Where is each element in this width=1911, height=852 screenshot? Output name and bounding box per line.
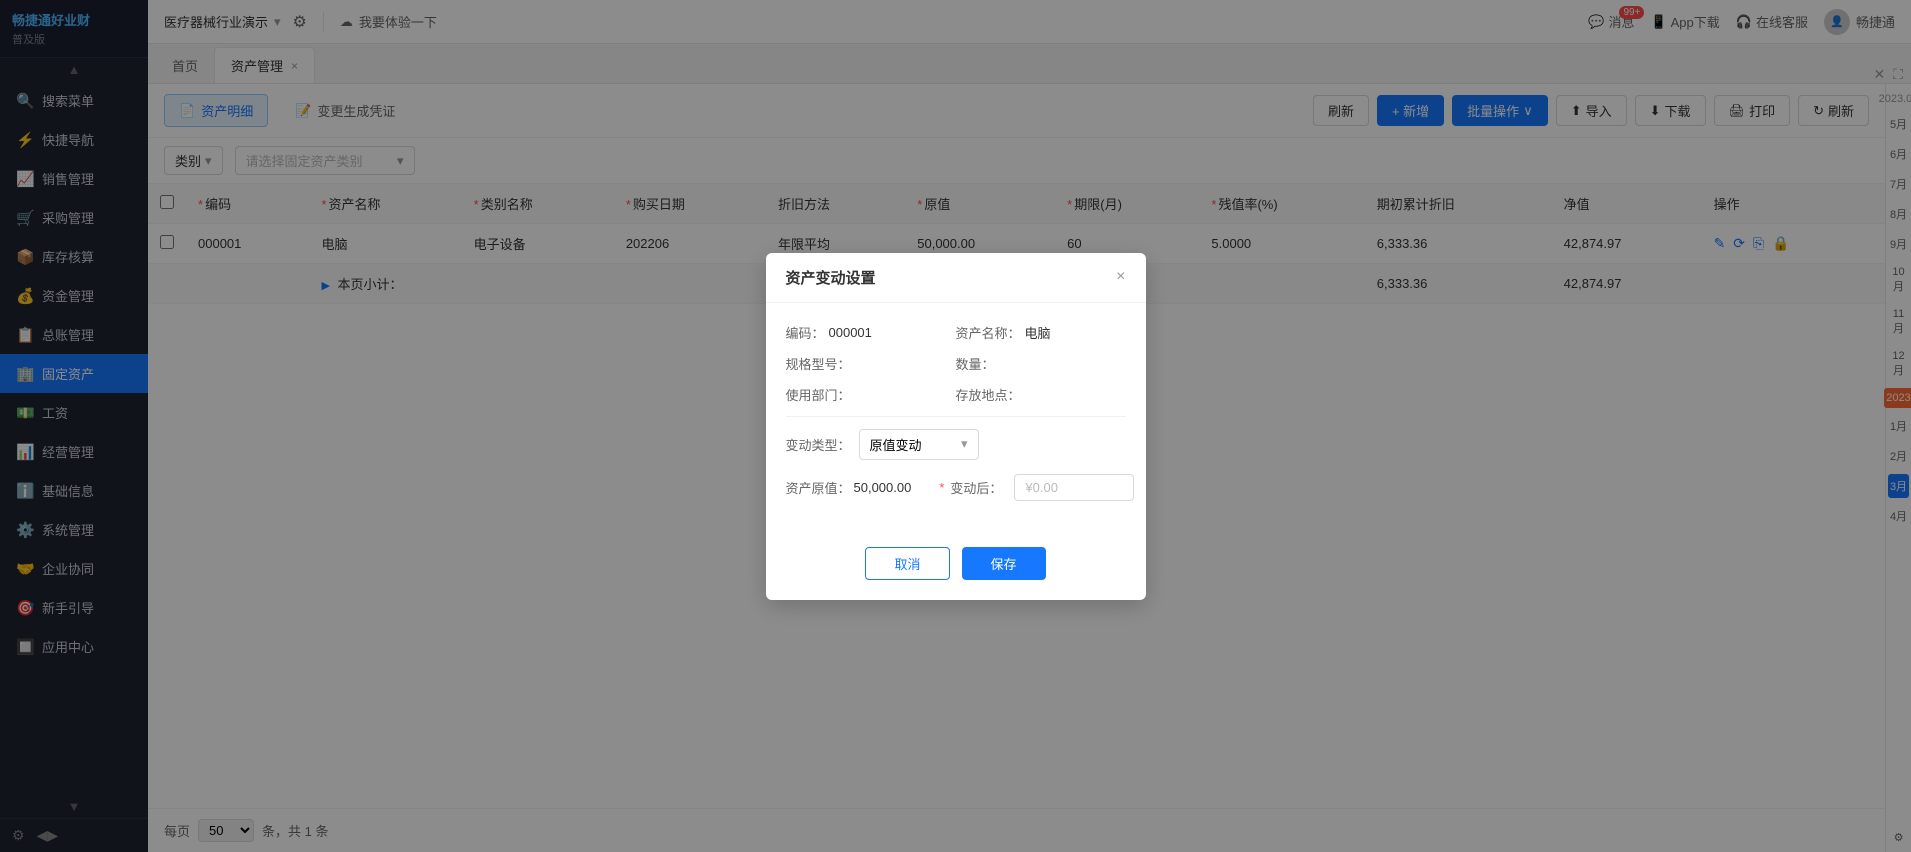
change-type-value: 原值变动 [870,435,922,454]
modal-code-label: 编码： [786,323,825,342]
modal-overlay: 资产变动设置 × 编码： 000001 资产名称： 电脑 规格型号： [0,0,1911,852]
modal-info-row-3: 使用部门： 存放地点： [786,385,1126,404]
modal-location-label: 存放地点： [956,385,1021,404]
after-change-input-wrap [1014,474,1134,501]
change-type-select[interactable]: 原值变动 ▾ [859,429,979,460]
modal-dept-label: 使用部门： [786,385,851,404]
modal-footer: 取消 保存 [766,535,1146,600]
modal-divider [786,416,1126,417]
change-type-row: 变动类型： 原值变动 ▾ [786,429,1126,460]
modal-header: 资产变动设置 × [766,253,1146,303]
modal-asset-name-label: 资产名称： [956,323,1021,342]
change-type-arrow-icon: ▾ [961,436,968,452]
modal-location-col: 存放地点： [956,385,1126,404]
save-button[interactable]: 保存 [962,547,1046,580]
modal-code-col: 编码： 000001 [786,323,956,342]
original-value-label: 资产原值： [786,478,846,497]
modal-quantity-label: 数量： [956,354,995,373]
modal-spec-label: 规格型号： [786,354,851,373]
modal-body: 编码： 000001 资产名称： 电脑 规格型号： 数量： [766,303,1146,535]
after-change-group: * 变动后： [939,474,1134,501]
modal-name-col: 资产名称： 电脑 [956,323,1126,342]
original-value-value: 50,000.00 [854,480,912,495]
modal-asset-name-value: 电脑 [1025,323,1051,342]
modal-quantity-col: 数量： [956,354,1126,373]
modal-info-row-1: 编码： 000001 资产名称： 电脑 [786,323,1126,342]
after-change-label: 变动后： [950,478,1010,497]
modal-info-row-2: 规格型号： 数量： [786,354,1126,373]
after-change-input[interactable] [1014,474,1134,501]
asset-change-modal: 资产变动设置 × 编码： 000001 资产名称： 电脑 规格型号： [766,253,1146,600]
modal-spec-col: 规格型号： [786,354,956,373]
change-type-label: 变动类型： [786,435,851,454]
modal-close-button[interactable]: × [1116,268,1125,286]
original-value-row: 资产原值： 50,000.00 * 变动后： [786,474,1126,501]
cancel-button[interactable]: 取消 [865,547,949,580]
modal-code-value: 000001 [829,325,872,340]
modal-dept-col: 使用部门： [786,385,956,404]
modal-title: 资产变动设置 [786,267,876,288]
required-mark: * [939,480,944,495]
